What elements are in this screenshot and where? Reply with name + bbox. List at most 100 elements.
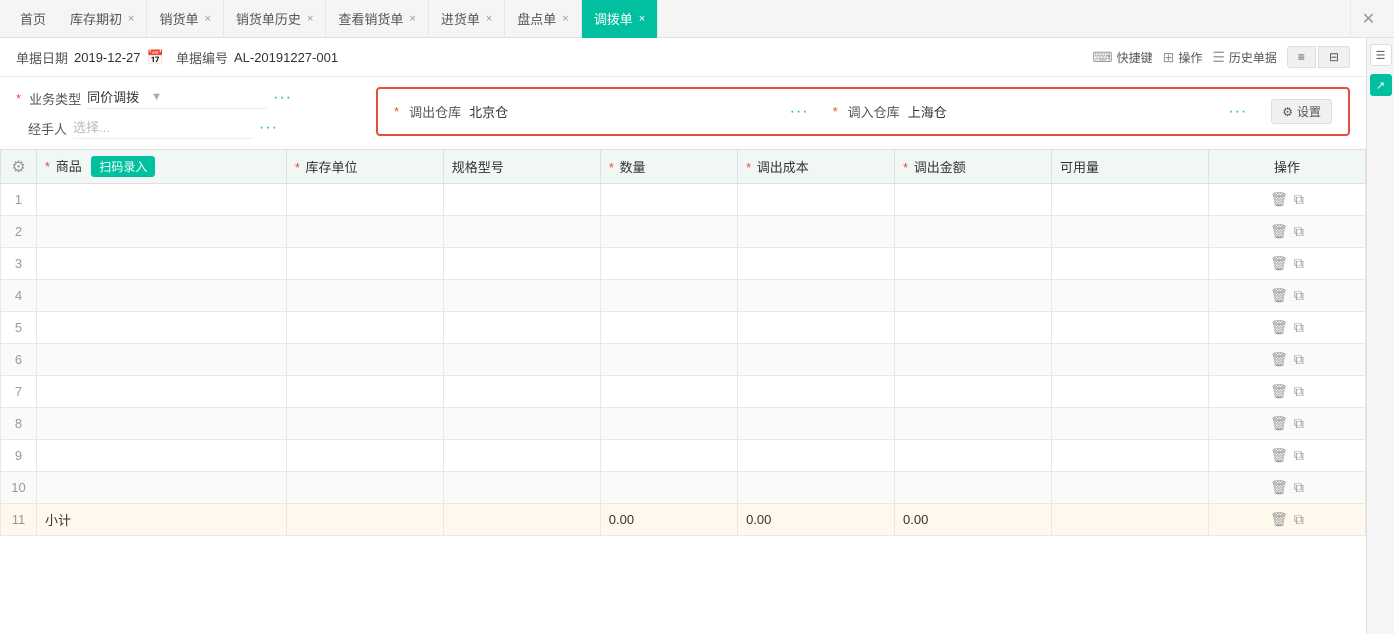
product-cell-10[interactable] [37,472,287,504]
delete-btn-11[interactable]: 🗑 [1270,511,1288,528]
available-cell-10[interactable] [1052,472,1209,504]
available-cell-9[interactable] [1052,440,1209,472]
spec-cell-9[interactable] [443,440,600,472]
cost-cell-7[interactable] [738,376,895,408]
tab-close-purchase[interactable]: × [486,13,492,25]
product-cell-9[interactable] [37,440,287,472]
available-cell-5[interactable] [1052,312,1209,344]
cost-cell-8[interactable] [738,408,895,440]
available-cell-2[interactable] [1052,216,1209,248]
spec-cell-6[interactable] [443,344,600,376]
copy-btn-9[interactable]: ⧉ [1294,447,1304,464]
available-cell-3[interactable] [1052,248,1209,280]
unit-cell-6[interactable] [286,344,443,376]
tab-close-sales-history[interactable]: × [307,13,313,25]
calendar-icon[interactable]: 📅 [147,49,164,66]
tab-close-inventory-check[interactable]: × [562,13,568,25]
qty-cell-7[interactable] [600,376,737,408]
product-cell-2[interactable] [37,216,287,248]
copy-btn-1[interactable]: ⧉ [1294,191,1304,208]
product-cell-3[interactable] [37,248,287,280]
delete-btn-5[interactable]: 🗑 [1270,319,1288,336]
spec-cell-10[interactable] [443,472,600,504]
cost-cell-3[interactable] [738,248,895,280]
copy-btn-7[interactable]: ⧉ [1294,383,1304,400]
qty-cell-1[interactable] [600,184,737,216]
amount-cell-9[interactable] [895,440,1052,472]
unit-cell-7[interactable] [286,376,443,408]
table-gear-icon[interactable]: ⚙ [11,159,25,176]
panel-export-icon[interactable]: ↗ [1370,74,1392,96]
product-cell-8[interactable] [37,408,287,440]
product-cell-1[interactable] [37,184,287,216]
window-close-button[interactable]: ✕ [1350,0,1386,38]
panel-list-icon[interactable]: ☰ [1370,44,1392,66]
unit-cell-1[interactable] [286,184,443,216]
cost-cell-1[interactable] [738,184,895,216]
cost-cell-6[interactable] [738,344,895,376]
product-cell-5[interactable] [37,312,287,344]
delete-btn-9[interactable]: 🗑 [1270,447,1288,464]
out-warehouse-more[interactable]: ··· [790,103,809,121]
available-cell-6[interactable] [1052,344,1209,376]
qty-cell-9[interactable] [600,440,737,472]
amount-cell-2[interactable] [895,216,1052,248]
amount-cell-1[interactable] [895,184,1052,216]
tab-inventory-init[interactable]: 库存期初 × [58,0,147,38]
tab-sales-order[interactable]: 销货单 × [147,0,223,38]
unit-cell-3[interactable] [286,248,443,280]
tab-close-sales-order[interactable]: × [204,13,210,25]
copy-btn-8[interactable]: ⧉ [1294,415,1304,432]
copy-btn-10[interactable]: ⧉ [1294,479,1304,496]
layout-btn-1[interactable]: ≡ [1287,46,1316,68]
tab-transfer[interactable]: 调拨单 × [582,0,658,38]
cost-cell-10[interactable] [738,472,895,504]
amount-cell-5[interactable] [895,312,1052,344]
person-more[interactable]: ··· [259,119,278,137]
tab-home[interactable]: 首页 [8,9,58,28]
history-btn[interactable]: ☰ 历史单据 [1212,49,1277,66]
qty-cell-3[interactable] [600,248,737,280]
in-warehouse-more[interactable]: ··· [1228,103,1247,121]
qty-cell-5[interactable] [600,312,737,344]
tab-close-view-sales[interactable]: × [409,13,415,25]
spec-cell-1[interactable] [443,184,600,216]
unit-cell-10[interactable] [286,472,443,504]
product-cell-4[interactable] [37,280,287,312]
spec-cell-4[interactable] [443,280,600,312]
qty-cell-10[interactable] [600,472,737,504]
person-select[interactable]: 选择... [73,117,253,139]
copy-btn-2[interactable]: ⧉ [1294,223,1304,240]
product-cell-6[interactable] [37,344,287,376]
delete-btn-4[interactable]: 🗑 [1270,287,1288,304]
layout-btn-2[interactable]: ⊟ [1318,46,1350,68]
copy-btn-4[interactable]: ⧉ [1294,287,1304,304]
spec-cell-7[interactable] [443,376,600,408]
copy-btn-11[interactable]: ⧉ [1294,511,1304,528]
shortcut-btn[interactable]: ⌨ 快捷键 [1092,49,1152,66]
cost-cell-4[interactable] [738,280,895,312]
amount-cell-6[interactable] [895,344,1052,376]
unit-cell-4[interactable] [286,280,443,312]
scan-btn[interactable]: 扫码录入 [91,156,155,177]
copy-btn-6[interactable]: ⧉ [1294,351,1304,368]
qty-cell-6[interactable] [600,344,737,376]
operation-btn[interactable]: ⊞ 操作 [1163,49,1203,66]
qty-cell-2[interactable] [600,216,737,248]
delete-btn-8[interactable]: 🗑 [1270,415,1288,432]
delete-btn-10[interactable]: 🗑 [1270,479,1288,496]
unit-cell-8[interactable] [286,408,443,440]
available-cell-1[interactable] [1052,184,1209,216]
tab-view-sales[interactable]: 查看销货单 × [326,0,428,38]
tab-close-transfer[interactable]: × [639,13,645,25]
amount-cell-10[interactable] [895,472,1052,504]
unit-cell-5[interactable] [286,312,443,344]
tab-purchase[interactable]: 进货单 × [429,0,505,38]
available-cell-4[interactable] [1052,280,1209,312]
amount-cell-7[interactable] [895,376,1052,408]
tab-close-inventory-init[interactable]: × [128,13,134,25]
copy-btn-5[interactable]: ⧉ [1294,319,1304,336]
business-type-select[interactable]: 同价调拨 ▼ [87,87,267,109]
unit-cell-2[interactable] [286,216,443,248]
business-type-more[interactable]: ··· [273,89,292,107]
